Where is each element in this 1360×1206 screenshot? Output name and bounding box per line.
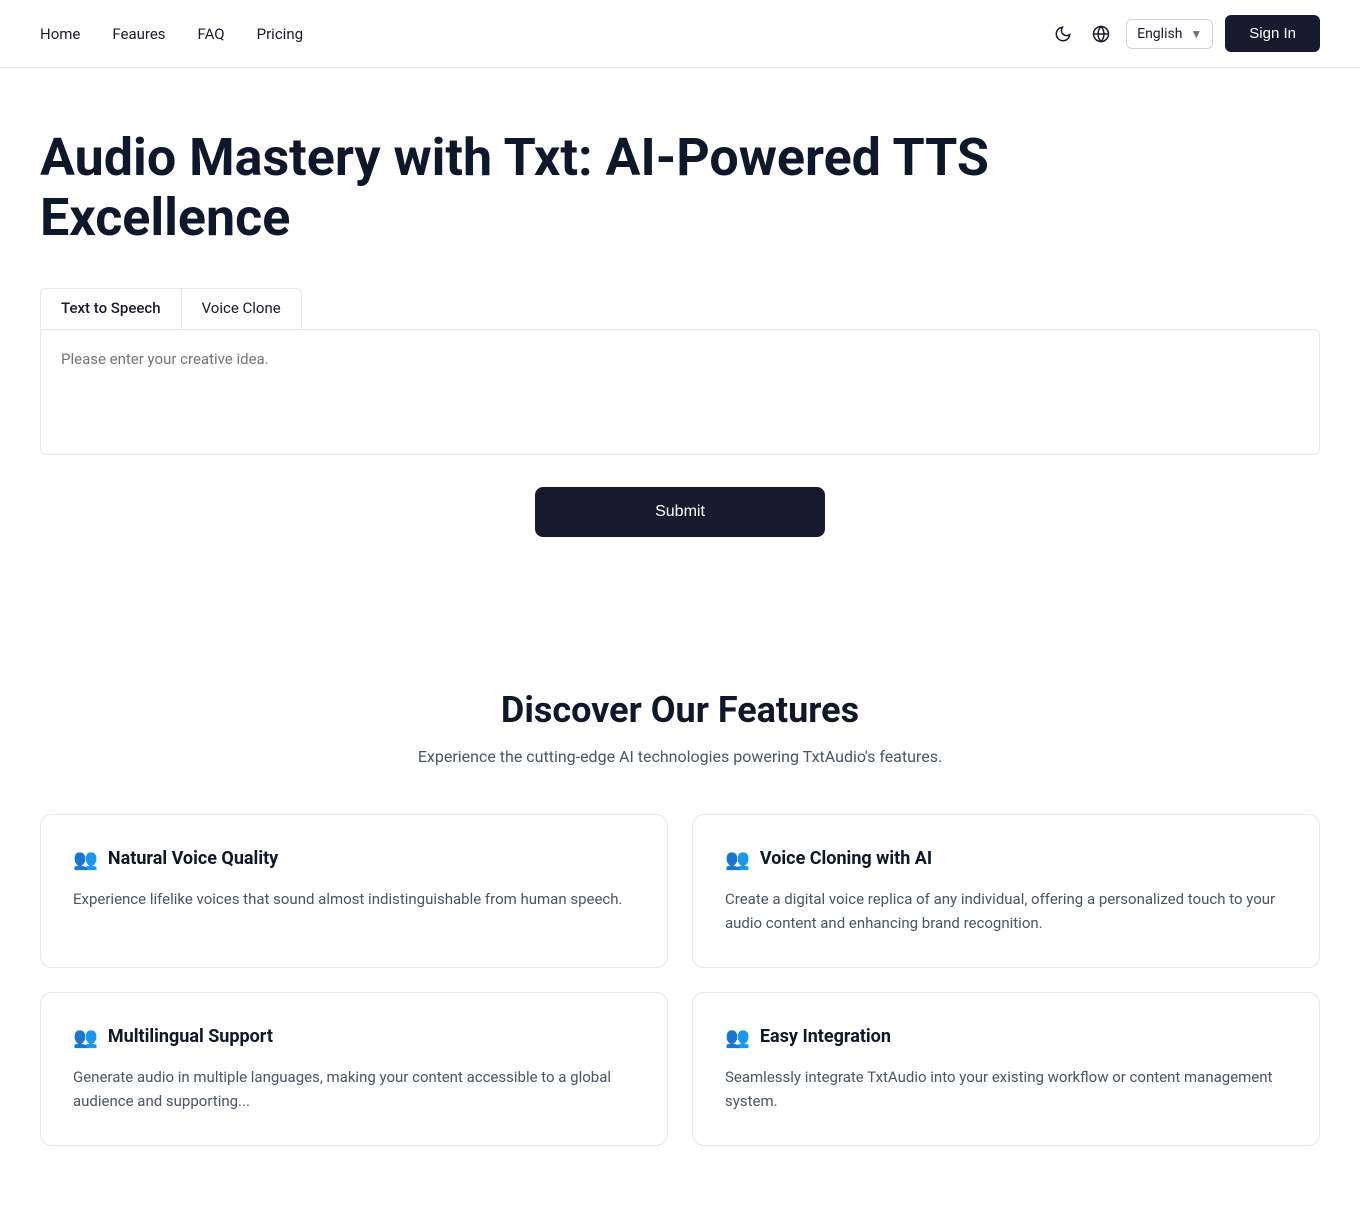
nav-features[interactable]: Feaures — [112, 25, 165, 43]
dark-mode-toggle[interactable] — [1050, 21, 1076, 47]
features-grid: 👥 Natural Voice Quality Experience lifel… — [40, 814, 1320, 1146]
natural-voice-desc: Experience lifelike voices that sound al… — [73, 887, 635, 911]
nav-home[interactable]: Home — [40, 25, 80, 43]
multilingual-desc: Generate audio in multiple languages, ma… — [73, 1065, 635, 1113]
nav-pricing[interactable]: Pricing — [257, 25, 303, 43]
submit-section: Submit — [40, 487, 1320, 537]
hero-title: Audio Mastery with Txt: AI-Powered TTS E… — [40, 128, 1240, 248]
main-content: Audio Mastery with Txt: AI-Powered TTS E… — [0, 68, 1360, 629]
navbar: Home Feaures FAQ Pricing English ▼ Sign … — [0, 0, 1360, 68]
multilingual-title: Multilingual Support — [108, 1026, 273, 1047]
features-subtitle: Experience the cutting-edge AI technolog… — [40, 747, 1320, 766]
feature-card-voice-cloning: 👥 Voice Cloning with AI Create a digital… — [692, 814, 1320, 968]
language-icon[interactable] — [1088, 21, 1114, 47]
multilingual-icon: 👥 — [73, 1025, 98, 1049]
nav-right: English ▼ Sign In — [1050, 15, 1320, 52]
sign-in-button[interactable]: Sign In — [1225, 15, 1320, 52]
nav-links: Home Feaures FAQ Pricing — [40, 25, 303, 43]
tab-text-to-speech[interactable]: Text to Speech — [40, 288, 181, 329]
tab-voice-clone[interactable]: Voice Clone — [181, 288, 302, 329]
submit-button[interactable]: Submit — [535, 487, 825, 537]
integration-desc: Seamlessly integrate TxtAudio into your … — [725, 1065, 1287, 1113]
features-title: Discover Our Features — [40, 689, 1320, 731]
feature-card-title-2: 👥 Multilingual Support — [73, 1025, 635, 1049]
features-section: Discover Our Features Experience the cut… — [0, 629, 1360, 1206]
integration-title: Easy Integration — [760, 1026, 891, 1047]
integration-icon: 👥 — [725, 1025, 750, 1049]
textarea-container — [40, 329, 1320, 455]
feature-card-integration: 👥 Easy Integration Seamlessly integrate … — [692, 992, 1320, 1146]
voice-cloning-desc: Create a digital voice replica of any in… — [725, 887, 1287, 935]
feature-card-natural-voice: 👥 Natural Voice Quality Experience lifel… — [40, 814, 668, 968]
feature-card-multilingual: 👥 Multilingual Support Generate audio in… — [40, 992, 668, 1146]
feature-card-title-3: 👥 Easy Integration — [725, 1025, 1287, 1049]
nav-faq[interactable]: FAQ — [198, 25, 225, 43]
tabs: Text to Speech Voice Clone — [40, 288, 1320, 329]
language-label: English — [1137, 26, 1182, 42]
creative-idea-input[interactable] — [41, 330, 1319, 450]
chevron-down-icon: ▼ — [1190, 27, 1202, 41]
language-selector[interactable]: English ▼ — [1126, 19, 1213, 49]
